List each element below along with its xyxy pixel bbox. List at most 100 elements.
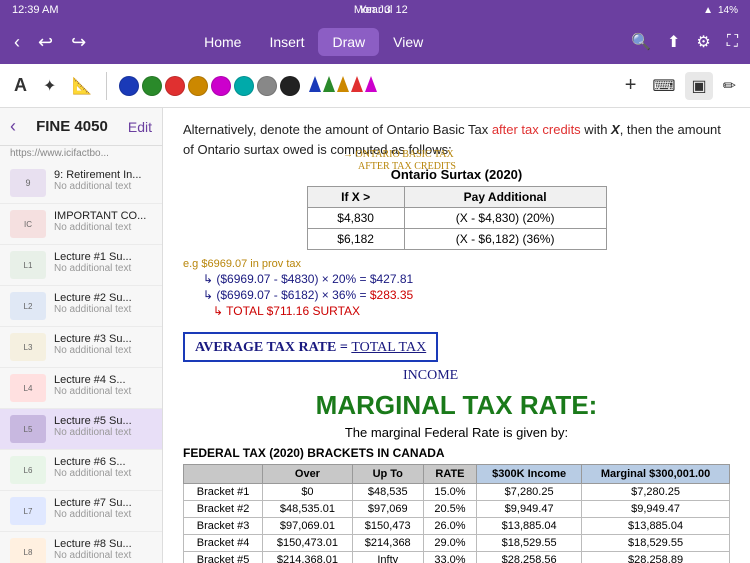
color-blue[interactable] [119,76,139,96]
share-button[interactable]: ⬆ [663,28,684,56]
sidebar-item-title-10: Lecture #8 Su... [54,538,152,550]
pen-tip-red[interactable] [351,76,363,92]
sidebar-item-7[interactable]: L5 Lecture #5 Su... No additional text [0,409,162,450]
color-palette [119,76,377,96]
fed-r2-marg: $9,949.47 [582,501,730,518]
sidebar-item-6[interactable]: L4 Lecture #4 S... No additional text [0,368,162,409]
sidebar-item-title-6: Lecture #4 S... [54,374,152,386]
text-tool-button[interactable]: A [8,71,33,100]
sidebar-item-title-9: Lecture #7 Su... [54,497,152,509]
redo-button[interactable]: ↪ [65,28,92,57]
sidebar-back-button[interactable]: ‹ [10,116,16,137]
sidebar-item-9[interactable]: L7 Lecture #7 Su... No additional text [0,491,162,532]
sidebar-item-text-9: Lecture #7 Su... No additional text [54,497,152,525]
sidebar-header: ‹ FINE 4050 Edit [0,108,162,146]
sidebar-item-10[interactable]: L8 Lecture #8 Su... No additional text [0,532,162,563]
sidebar-thumb-7: L5 [10,415,46,443]
content-area: Alternatively, denote the amount of Onta… [163,108,750,563]
federal-table-caption: FEDERAL TAX (2020) BRACKETS IN CANADA [183,446,730,460]
tab-home[interactable]: Home [190,28,255,56]
sidebar-item-1[interactable]: 9 9: Retirement In... No additional text [0,163,162,204]
fullscreen-button[interactable]: ⛶ [723,29,742,55]
sidebar-thumb-8: L6 [10,456,46,484]
avg-tax-label: AVERAGE TAX RATE = [195,340,351,355]
color-purple[interactable] [211,76,231,96]
sidebar-item-title-8: Lecture #6 S... [54,456,152,468]
intro-paragraph: Alternatively, denote the amount of Onta… [183,120,730,159]
ruler-tool-button[interactable]: 📐 [66,72,98,100]
fed-r4-marg: $18,529.55 [582,535,730,552]
federal-row-3: Bracket #3 $97,069.01 $150,473 26.0% $13… [184,518,730,535]
sidebar-thumb-4: L2 [10,292,46,320]
canvas-button[interactable]: ▣ [685,72,712,100]
sidebar-item-3[interactable]: L1 Lecture #1 Su... No additional text [0,245,162,286]
color-teal[interactable] [234,76,254,96]
ontario-col-header-2: Pay Additional [404,187,606,208]
ontario-row-2: $6,182 (X - $6,182) (36%) [307,229,606,250]
status-time: 12:39 AM [12,4,58,16]
color-green[interactable] [142,76,162,96]
settings-button[interactable]: ⚙ [692,28,714,56]
fed-col-0 [184,465,263,484]
color-black[interactable] [280,76,300,96]
sidebar-item-4[interactable]: L2 Lecture #2 Su... No additional text [0,286,162,327]
sidebar-item-5[interactable]: L3 Lecture #3 Su... No additional text [0,327,162,368]
sidebar-item-8[interactable]: L6 Lecture #6 S... No additional text [0,450,162,491]
undo-button[interactable]: ↩ [32,28,59,57]
keyboard-button[interactable]: ⌨ [646,72,681,100]
color-orange[interactable] [188,76,208,96]
pen-tip-purple[interactable] [365,76,377,92]
sidebar-item-sub-8: No additional text [54,468,152,479]
back-nav-button[interactable]: ‹ [8,28,26,57]
sidebar-url: https://www.icifactbo... [0,146,162,163]
fed-r3-upto: $150,473 [352,518,423,535]
tab-view[interactable]: View [379,28,437,56]
ontario-surtax-table: Ontario Surtax (2020) If X > Pay Additio… [307,167,607,250]
sidebar-title: FINE 4050 [36,118,108,135]
fed-r2-bracket: Bracket #2 [184,501,263,518]
avg-tax-section: AVERAGE TAX RATE = TOTAL TAX INCOME [183,326,730,384]
sidebar-thumb-10: L8 [10,538,46,563]
finger-draw-button[interactable]: ✏ [717,72,742,100]
federal-row-4: Bracket #4 $150,473.01 $214,368 29.0% $1… [184,535,730,552]
tab-insert[interactable]: Insert [255,28,318,56]
example-text: e.g $6969.07 in prov tax [183,258,730,270]
yellow-annotation-1: → ONTARIO BASIC TAX [343,149,454,160]
marginal-heading: MARGINAL TAX RATE: [183,390,730,421]
color-red[interactable] [165,76,185,96]
sidebar-item-text-6: Lecture #4 S... No additional text [54,374,152,402]
sidebar-edit-button[interactable]: Edit [128,119,152,135]
federal-row-5: Bracket #5 $214,368.01 Infty 33.0% $28,2… [184,552,730,563]
sidebar-item-sub-10: No additional text [54,550,152,561]
ontario-table-caption: Ontario Surtax (2020) [307,167,607,182]
fed-r3-over: $97,069.01 [263,518,353,535]
fed-r1-upto: $48,535 [352,484,423,501]
fed-r3-rate: 26.0% [423,518,476,535]
pen-tip-green[interactable] [323,76,335,92]
fed-r2-over: $48,535.01 [263,501,353,518]
pen-tip-orange[interactable] [337,76,349,92]
tab-draw[interactable]: Draw [318,28,379,56]
sidebar-item-sub-5: No additional text [54,345,152,356]
sidebar-thumb-3: L1 [10,251,46,279]
after-tax-credits-text: after tax credits [492,122,581,137]
sidebar-item-sub-1: No additional text [54,181,152,192]
sidebar-item-text-10: Lecture #8 Su... No additional text [54,538,152,563]
fed-r5-upto: Infty [352,552,423,563]
sidebar-item-2[interactable]: IC IMPORTANT CO... No additional text [0,204,162,245]
lasso-tool-button[interactable]: ✦ [37,72,62,100]
sidebar-item-sub-3: No additional text [54,263,152,274]
sidebar-item-text-7: Lecture #5 Su... No additional text [54,415,152,443]
avg-tax-numerator: TOTAL TAX [351,340,426,355]
add-button[interactable]: + [619,70,643,101]
avg-tax-denominator: INCOME [403,368,730,384]
ontario-cell-2-1: $6,182 [307,229,404,250]
color-gray[interactable] [257,76,277,96]
fed-r2-rate: 20.5% [423,501,476,518]
sidebar-thumb-1: 9 [10,169,46,197]
sidebar-thumb-5: L3 [10,333,46,361]
pen-tip-blue[interactable] [309,76,321,92]
search-button[interactable]: 🔍 [627,28,655,56]
ontario-cell-1-1: $4,830 [307,208,404,229]
fed-r4-bracket: Bracket #4 [184,535,263,552]
